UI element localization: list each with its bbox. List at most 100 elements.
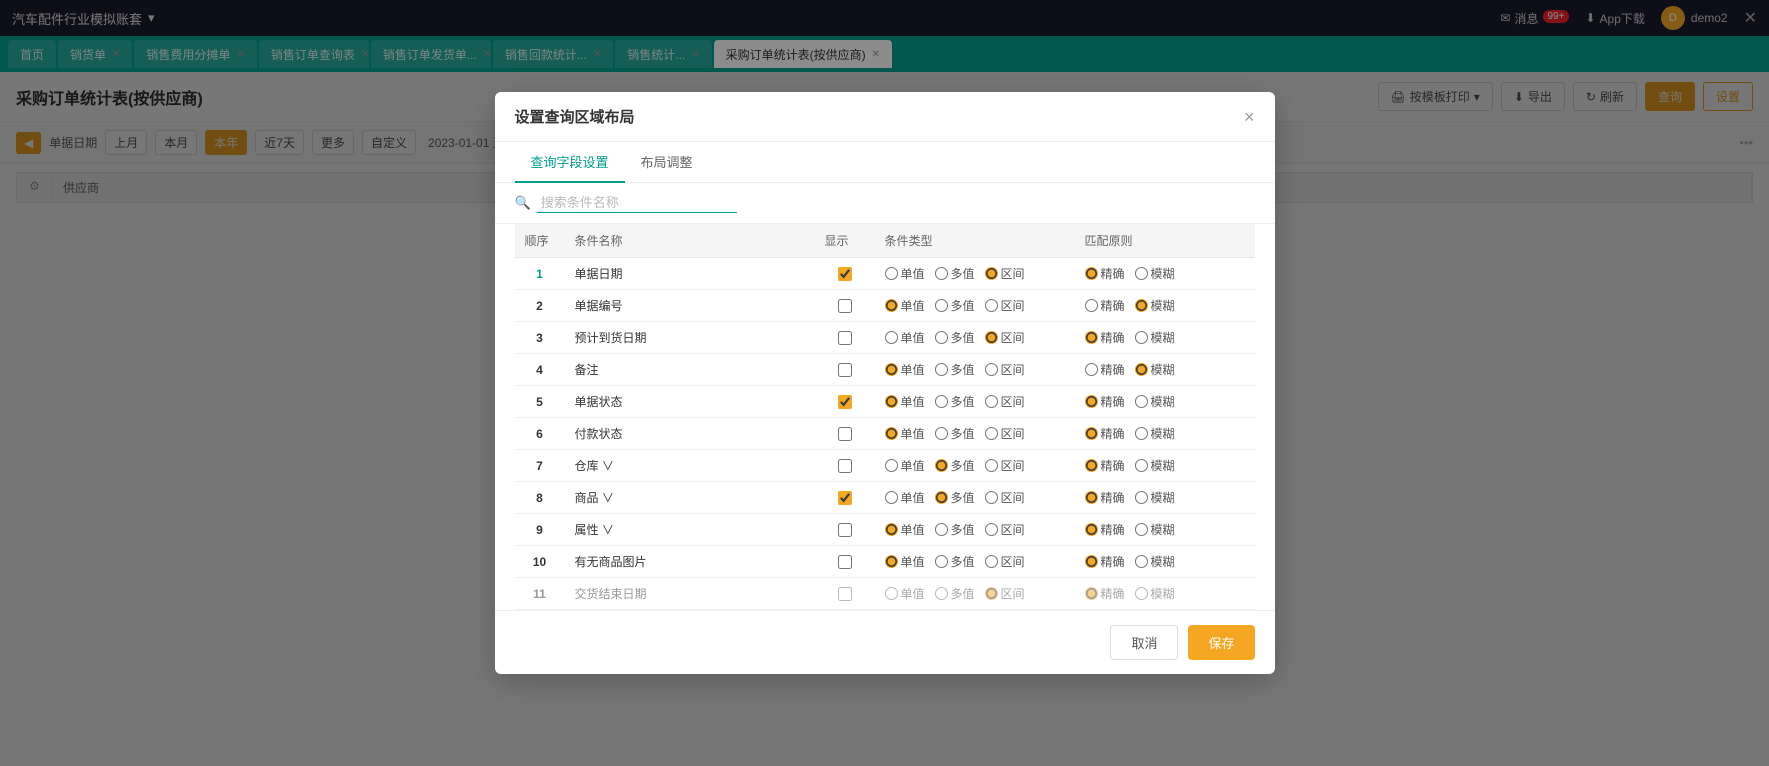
type-radio-label-1-单值[interactable]: 单值 — [885, 265, 925, 282]
rule-radio-label-4-模糊[interactable]: 模糊 — [1135, 361, 1175, 378]
type-radio-2-单值[interactable] — [885, 299, 898, 312]
type-radio-11-多值[interactable] — [935, 587, 948, 600]
rule-radio-10-精确[interactable] — [1085, 555, 1098, 568]
type-radio-10-多值[interactable] — [935, 555, 948, 568]
type-radio-2-区间[interactable] — [985, 299, 998, 312]
display-checkbox-8[interactable] — [838, 491, 852, 505]
rule-radio-label-2-模糊[interactable]: 模糊 — [1135, 297, 1175, 314]
display-checkbox-6[interactable] — [838, 427, 852, 441]
type-radio-label-6-单值[interactable]: 单值 — [885, 425, 925, 442]
type-radio-label-7-区间[interactable]: 区间 — [985, 457, 1025, 474]
type-radio-label-9-单值[interactable]: 单值 — [885, 521, 925, 538]
rule-radio-4-模糊[interactable] — [1135, 363, 1148, 376]
type-radio-6-区间[interactable] — [985, 427, 998, 440]
type-radio-5-多值[interactable] — [935, 395, 948, 408]
type-radio-8-多值[interactable] — [935, 491, 948, 504]
type-radio-label-3-单值[interactable]: 单值 — [885, 329, 925, 346]
type-radio-label-6-多值[interactable]: 多值 — [935, 425, 975, 442]
type-radio-label-10-区间[interactable]: 区间 — [985, 553, 1025, 570]
rule-radio-label-9-模糊[interactable]: 模糊 — [1135, 521, 1175, 538]
type-radio-10-单值[interactable] — [885, 555, 898, 568]
type-radio-8-区间[interactable] — [985, 491, 998, 504]
save-button[interactable]: 保存 — [1188, 625, 1254, 660]
type-radio-label-10-多值[interactable]: 多值 — [935, 553, 975, 570]
type-radio-1-多值[interactable] — [935, 267, 948, 280]
rule-radio-8-精确[interactable] — [1085, 491, 1098, 504]
type-radio-6-单值[interactable] — [885, 427, 898, 440]
type-radio-label-11-单值[interactable]: 单值 — [885, 585, 925, 602]
rule-radio-8-模糊[interactable] — [1135, 491, 1148, 504]
type-radio-9-区间[interactable] — [985, 523, 998, 536]
rule-radio-label-11-精确[interactable]: 精确 — [1085, 585, 1125, 602]
rule-radio-7-模糊[interactable] — [1135, 459, 1148, 472]
rule-radio-label-3-精确[interactable]: 精确 — [1085, 329, 1125, 346]
rule-radio-label-5-精确[interactable]: 精确 — [1085, 393, 1125, 410]
type-radio-4-多值[interactable] — [935, 363, 948, 376]
display-checkbox-7[interactable] — [838, 459, 852, 473]
rule-radio-label-8-模糊[interactable]: 模糊 — [1135, 489, 1175, 506]
rule-radio-label-3-模糊[interactable]: 模糊 — [1135, 329, 1175, 346]
modal-close-button[interactable]: × — [1244, 108, 1255, 126]
type-radio-5-区间[interactable] — [985, 395, 998, 408]
rule-radio-label-10-精确[interactable]: 精确 — [1085, 553, 1125, 570]
rule-radio-2-模糊[interactable] — [1135, 299, 1148, 312]
type-radio-2-多值[interactable] — [935, 299, 948, 312]
type-radio-label-8-区间[interactable]: 区间 — [985, 489, 1025, 506]
rule-radio-2-精确[interactable] — [1085, 299, 1098, 312]
type-radio-11-区间[interactable] — [985, 587, 998, 600]
rule-radio-4-精确[interactable] — [1085, 363, 1098, 376]
rule-radio-label-4-精确[interactable]: 精确 — [1085, 361, 1125, 378]
type-radio-11-单值[interactable] — [885, 587, 898, 600]
type-radio-label-11-多值[interactable]: 多值 — [935, 585, 975, 602]
type-radio-label-11-区间[interactable]: 区间 — [985, 585, 1025, 602]
display-checkbox-5[interactable] — [838, 395, 852, 409]
type-radio-6-多值[interactable] — [935, 427, 948, 440]
type-radio-1-单值[interactable] — [885, 267, 898, 280]
type-radio-label-7-单值[interactable]: 单值 — [885, 457, 925, 474]
type-radio-4-区间[interactable] — [985, 363, 998, 376]
rule-radio-11-精确[interactable] — [1085, 587, 1098, 600]
rule-radio-label-11-模糊[interactable]: 模糊 — [1135, 585, 1175, 602]
display-checkbox-2[interactable] — [838, 299, 852, 313]
rule-radio-9-模糊[interactable] — [1135, 523, 1148, 536]
search-input[interactable] — [537, 193, 737, 213]
rule-radio-label-9-精确[interactable]: 精确 — [1085, 521, 1125, 538]
type-radio-label-2-区间[interactable]: 区间 — [985, 297, 1025, 314]
type-radio-label-8-多值[interactable]: 多值 — [935, 489, 975, 506]
rule-radio-3-模糊[interactable] — [1135, 331, 1148, 344]
tab-layout[interactable]: 布局调整 — [625, 142, 709, 183]
display-checkbox-11[interactable] — [838, 587, 852, 601]
rule-radio-10-模糊[interactable] — [1135, 555, 1148, 568]
type-radio-label-3-多值[interactable]: 多值 — [935, 329, 975, 346]
rule-radio-label-1-精确[interactable]: 精确 — [1085, 265, 1125, 282]
rule-radio-6-精确[interactable] — [1085, 427, 1098, 440]
rule-radio-label-1-模糊[interactable]: 模糊 — [1135, 265, 1175, 282]
type-radio-5-单值[interactable] — [885, 395, 898, 408]
type-radio-7-区间[interactable] — [985, 459, 998, 472]
type-radio-label-1-区间[interactable]: 区间 — [985, 265, 1025, 282]
rule-radio-label-2-精确[interactable]: 精确 — [1085, 297, 1125, 314]
type-radio-8-单值[interactable] — [885, 491, 898, 504]
display-checkbox-9[interactable] — [838, 523, 852, 537]
rule-radio-label-6-模糊[interactable]: 模糊 — [1135, 425, 1175, 442]
rule-radio-7-精确[interactable] — [1085, 459, 1098, 472]
rule-radio-11-模糊[interactable] — [1135, 587, 1148, 600]
rule-radio-label-8-精确[interactable]: 精确 — [1085, 489, 1125, 506]
rule-radio-1-模糊[interactable] — [1135, 267, 1148, 280]
display-checkbox-1[interactable] — [838, 267, 852, 281]
type-radio-label-5-区间[interactable]: 区间 — [985, 393, 1025, 410]
cancel-button[interactable]: 取消 — [1110, 625, 1178, 660]
display-checkbox-3[interactable] — [838, 331, 852, 345]
type-radio-label-10-单值[interactable]: 单值 — [885, 553, 925, 570]
type-radio-label-5-单值[interactable]: 单值 — [885, 393, 925, 410]
rule-radio-label-10-模糊[interactable]: 模糊 — [1135, 553, 1175, 570]
rule-radio-9-精确[interactable] — [1085, 523, 1098, 536]
rule-radio-3-精确[interactable] — [1085, 331, 1098, 344]
rule-radio-5-精确[interactable] — [1085, 395, 1098, 408]
rule-radio-1-精确[interactable] — [1085, 267, 1098, 280]
type-radio-label-2-多值[interactable]: 多值 — [935, 297, 975, 314]
type-radio-3-单值[interactable] — [885, 331, 898, 344]
type-radio-label-1-多值[interactable]: 多值 — [935, 265, 975, 282]
type-radio-label-4-区间[interactable]: 区间 — [985, 361, 1025, 378]
type-radio-label-5-多值[interactable]: 多值 — [935, 393, 975, 410]
